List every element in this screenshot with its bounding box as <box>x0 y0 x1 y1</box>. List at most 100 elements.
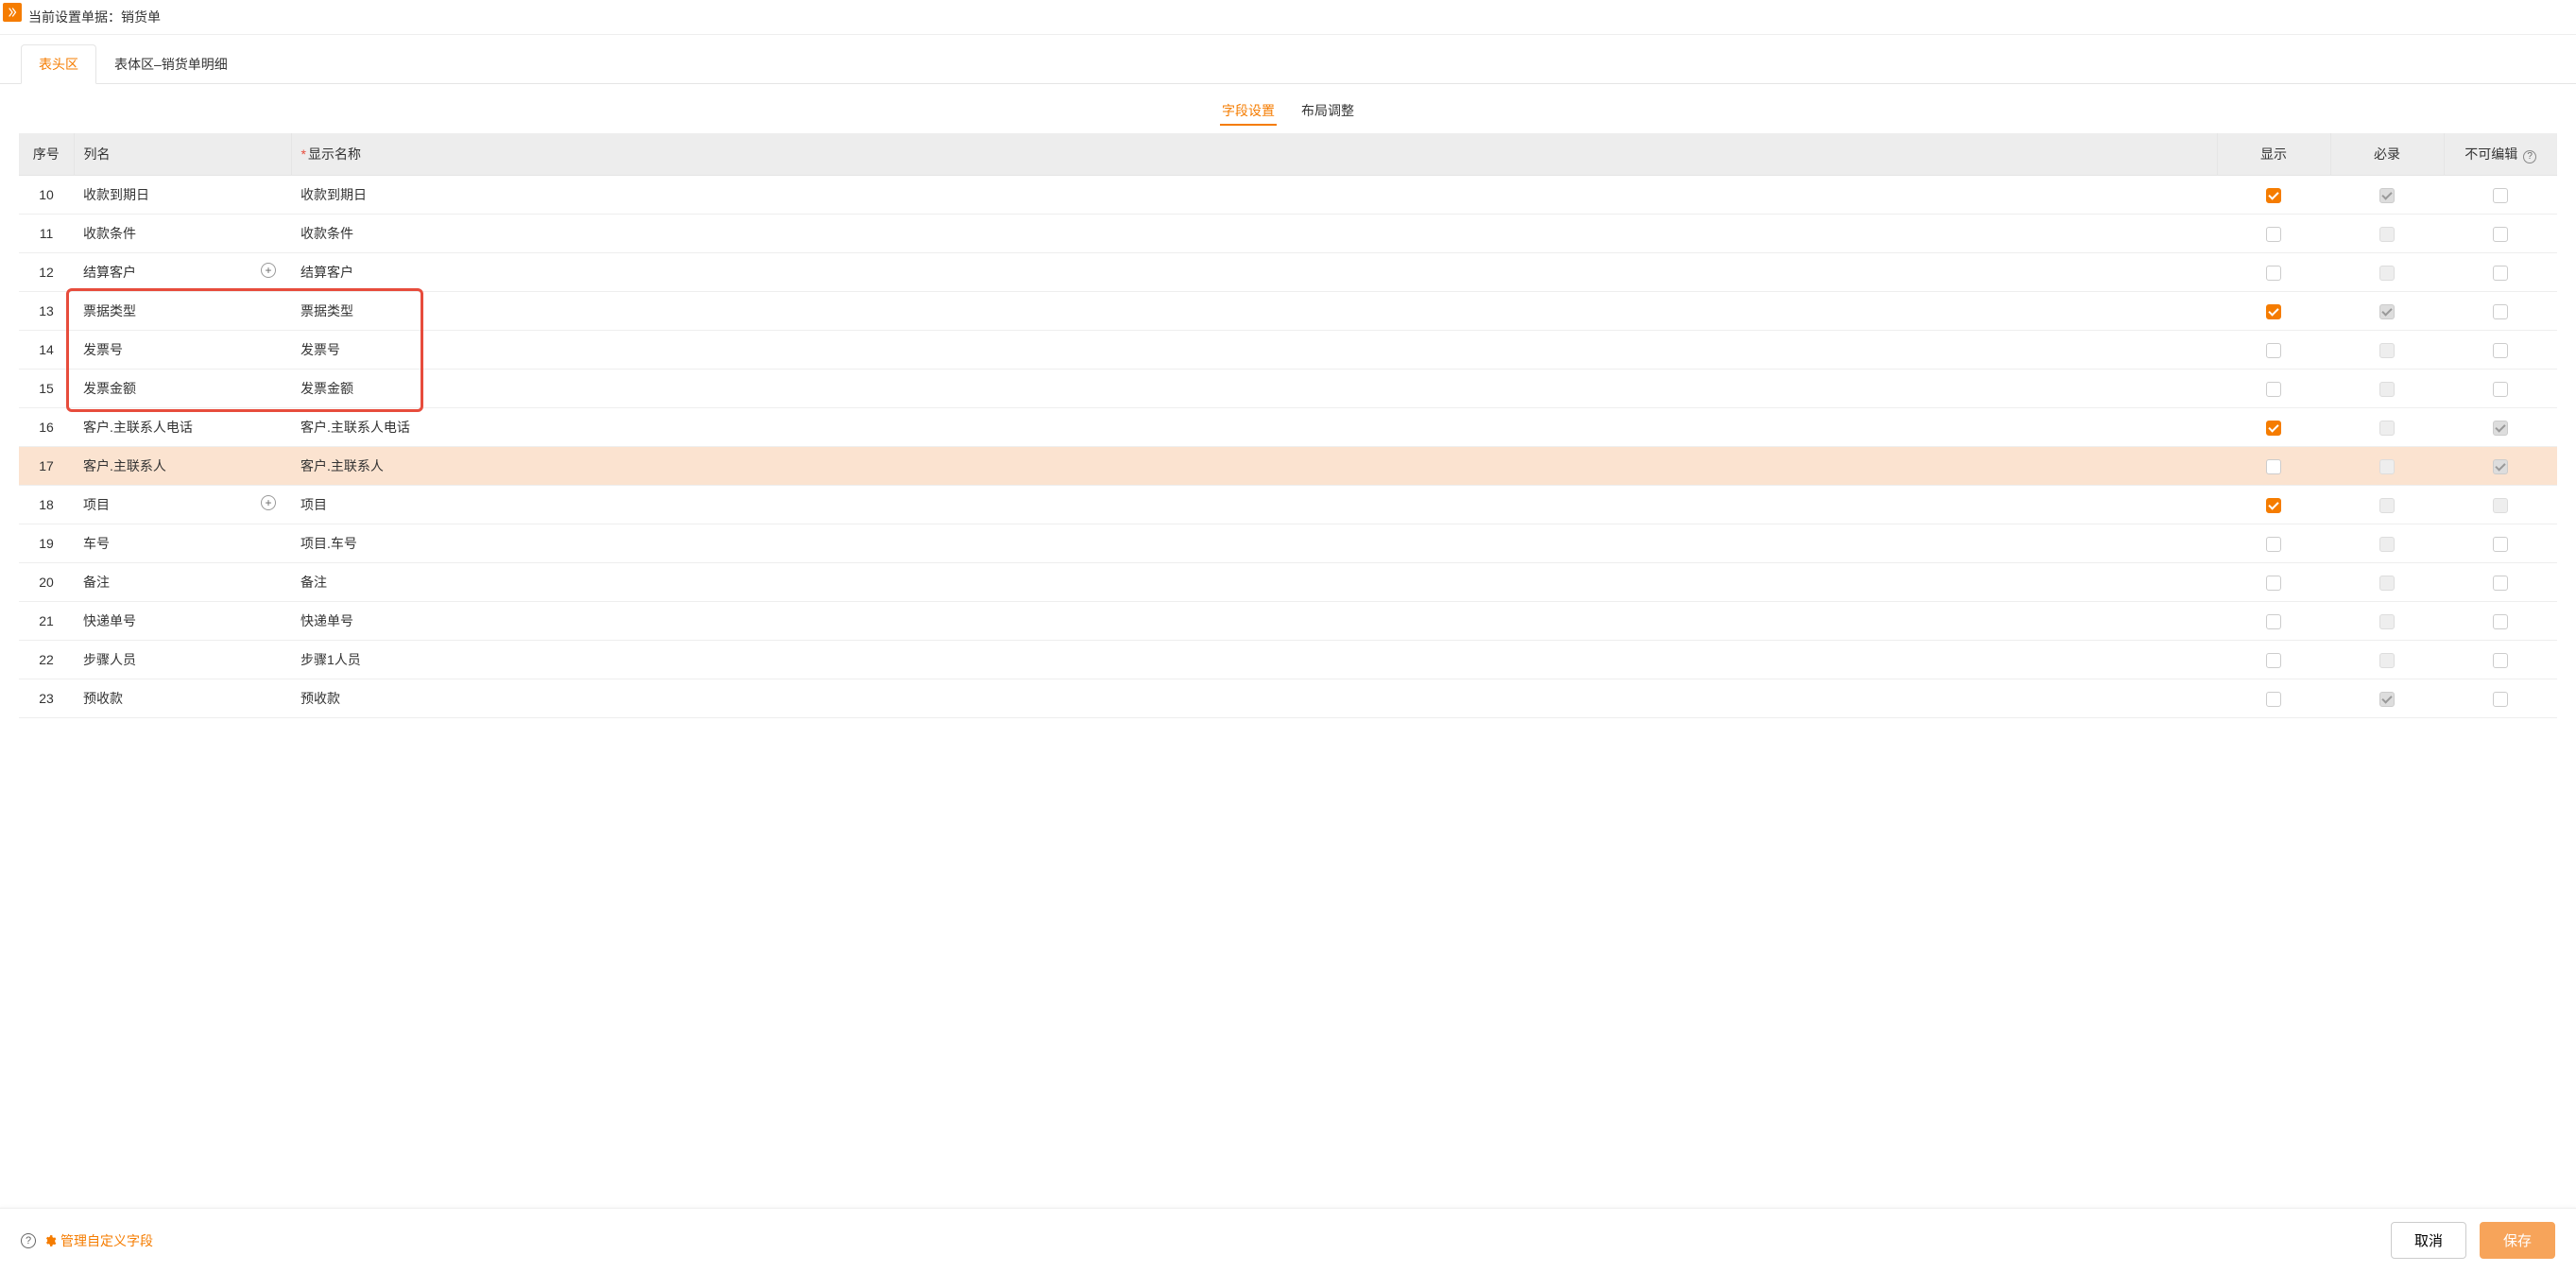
cell-show <box>2217 408 2330 447</box>
main-tabs: 表头区 表体区–销货单明细 <box>0 44 2576 84</box>
checkbox[interactable] <box>2493 227 2508 242</box>
cell-noedit <box>2444 447 2557 486</box>
cell-show <box>2217 524 2330 563</box>
cell-noedit <box>2444 408 2557 447</box>
checkbox[interactable] <box>2493 304 2508 319</box>
table-row[interactable]: 19车号项目.车号 <box>19 524 2557 563</box>
cell-required <box>2330 447 2444 486</box>
cell-display[interactable]: 客户.主联系人电话 <box>291 408 2217 447</box>
checkbox <box>2379 188 2395 203</box>
cell-name: 项目+ <box>74 486 291 524</box>
table-row[interactable]: 15发票金额发票金额 <box>19 370 2557 408</box>
cell-seq: 11 <box>19 215 74 253</box>
table-row[interactable]: 23预收款预收款 <box>19 679 2557 718</box>
cell-required <box>2330 215 2444 253</box>
cell-show <box>2217 292 2330 331</box>
checkbox[interactable] <box>2493 188 2508 203</box>
table-row[interactable]: 11收款条件收款条件 <box>19 215 2557 253</box>
cell-required <box>2330 370 2444 408</box>
tab-body-area[interactable]: 表体区–销货单明细 <box>96 44 246 84</box>
checkbox[interactable] <box>2266 227 2281 242</box>
cell-display[interactable]: 预收款 <box>291 679 2217 718</box>
cell-required <box>2330 176 2444 215</box>
checkbox[interactable] <box>2493 382 2508 397</box>
checkbox[interactable] <box>2266 304 2281 319</box>
checkbox[interactable] <box>2493 266 2508 281</box>
cell-display[interactable]: 结算客户 <box>291 253 2217 292</box>
table-row[interactable]: 14发票号发票号 <box>19 331 2557 370</box>
cell-display[interactable]: 项目 <box>291 486 2217 524</box>
cell-show <box>2217 176 2330 215</box>
tab-header-area[interactable]: 表头区 <box>21 44 96 84</box>
checkbox[interactable] <box>2266 498 2281 513</box>
cell-display[interactable]: 备注 <box>291 563 2217 602</box>
checkbox <box>2379 653 2395 668</box>
cell-show <box>2217 331 2330 370</box>
cell-display[interactable]: 票据类型 <box>291 292 2217 331</box>
cancel-button[interactable]: 取消 <box>2391 1222 2466 1259</box>
cell-display[interactable]: 项目.车号 <box>291 524 2217 563</box>
checkbox <box>2379 343 2395 358</box>
checkbox <box>2379 421 2395 436</box>
table-row[interactable]: 13票据类型票据类型 <box>19 292 2557 331</box>
cell-seq: 20 <box>19 563 74 602</box>
subtab-field-settings[interactable]: 字段设置 <box>1220 97 1277 126</box>
cell-display[interactable]: 发票金额 <box>291 370 2217 408</box>
checkbox <box>2493 421 2508 436</box>
cell-required <box>2330 641 2444 679</box>
cell-display[interactable]: 发票号 <box>291 331 2217 370</box>
checkbox[interactable] <box>2266 576 2281 591</box>
checkbox[interactable] <box>2266 614 2281 629</box>
table-row[interactable]: 22步骤人员步骤1人员 <box>19 641 2557 679</box>
checkbox[interactable] <box>2493 653 2508 668</box>
checkbox[interactable] <box>2266 537 2281 552</box>
table-row[interactable]: 21快递单号快递单号 <box>19 602 2557 641</box>
cell-name: 票据类型 <box>74 292 291 331</box>
cell-display[interactable]: 快递单号 <box>291 602 2217 641</box>
col-header-noedit: 不可编辑 ? <box>2444 133 2557 176</box>
checkbox[interactable] <box>2493 614 2508 629</box>
add-child-button[interactable]: + <box>261 263 276 278</box>
cell-seq: 17 <box>19 447 74 486</box>
save-button[interactable]: 保存 <box>2480 1222 2555 1259</box>
checkbox[interactable] <box>2493 692 2508 707</box>
cell-show <box>2217 679 2330 718</box>
checkbox[interactable] <box>2266 382 2281 397</box>
cell-display[interactable]: 步骤1人员 <box>291 641 2217 679</box>
cell-display[interactable]: 收款条件 <box>291 215 2217 253</box>
add-child-button[interactable]: + <box>261 495 276 510</box>
footer-help-icon[interactable]: ? <box>21 1233 36 1248</box>
checkbox[interactable] <box>2266 421 2281 436</box>
checkbox <box>2379 576 2395 591</box>
table-row[interactable]: 10收款到期日收款到期日 <box>19 176 2557 215</box>
subtab-layout-adjust[interactable]: 布局调整 <box>1299 97 1356 126</box>
checkbox <box>2379 459 2395 474</box>
manage-custom-fields-link[interactable]: 管理自定义字段 <box>43 1231 153 1250</box>
cell-seq: 16 <box>19 408 74 447</box>
checkbox[interactable] <box>2266 188 2281 203</box>
expand-panel-button[interactable] <box>3 3 22 22</box>
cell-display[interactable]: 收款到期日 <box>291 176 2217 215</box>
table-row[interactable]: 18项目+项目 <box>19 486 2557 524</box>
cell-name: 结算客户+ <box>74 253 291 292</box>
table-row[interactable]: 17客户.主联系人客户.主联系人 <box>19 447 2557 486</box>
table-row[interactable]: 20备注备注 <box>19 563 2557 602</box>
cell-show <box>2217 563 2330 602</box>
cell-name: 客户.主联系人电话 <box>74 408 291 447</box>
table-row[interactable]: 16客户.主联系人电话客户.主联系人电话 <box>19 408 2557 447</box>
checkbox[interactable] <box>2266 653 2281 668</box>
checkbox[interactable] <box>2493 576 2508 591</box>
checkbox[interactable] <box>2266 459 2281 474</box>
checkbox[interactable] <box>2266 266 2281 281</box>
table-row[interactable]: 12结算客户+结算客户 <box>19 253 2557 292</box>
cell-show <box>2217 253 2330 292</box>
help-icon[interactable]: ? <box>2523 150 2536 163</box>
cell-display[interactable]: 客户.主联系人 <box>291 447 2217 486</box>
title-prefix: 当前设置单据： <box>28 9 121 25</box>
checkbox[interactable] <box>2266 343 2281 358</box>
cell-show <box>2217 370 2330 408</box>
checkbox[interactable] <box>2493 343 2508 358</box>
checkbox[interactable] <box>2493 537 2508 552</box>
cell-seq: 18 <box>19 486 74 524</box>
checkbox[interactable] <box>2266 692 2281 707</box>
